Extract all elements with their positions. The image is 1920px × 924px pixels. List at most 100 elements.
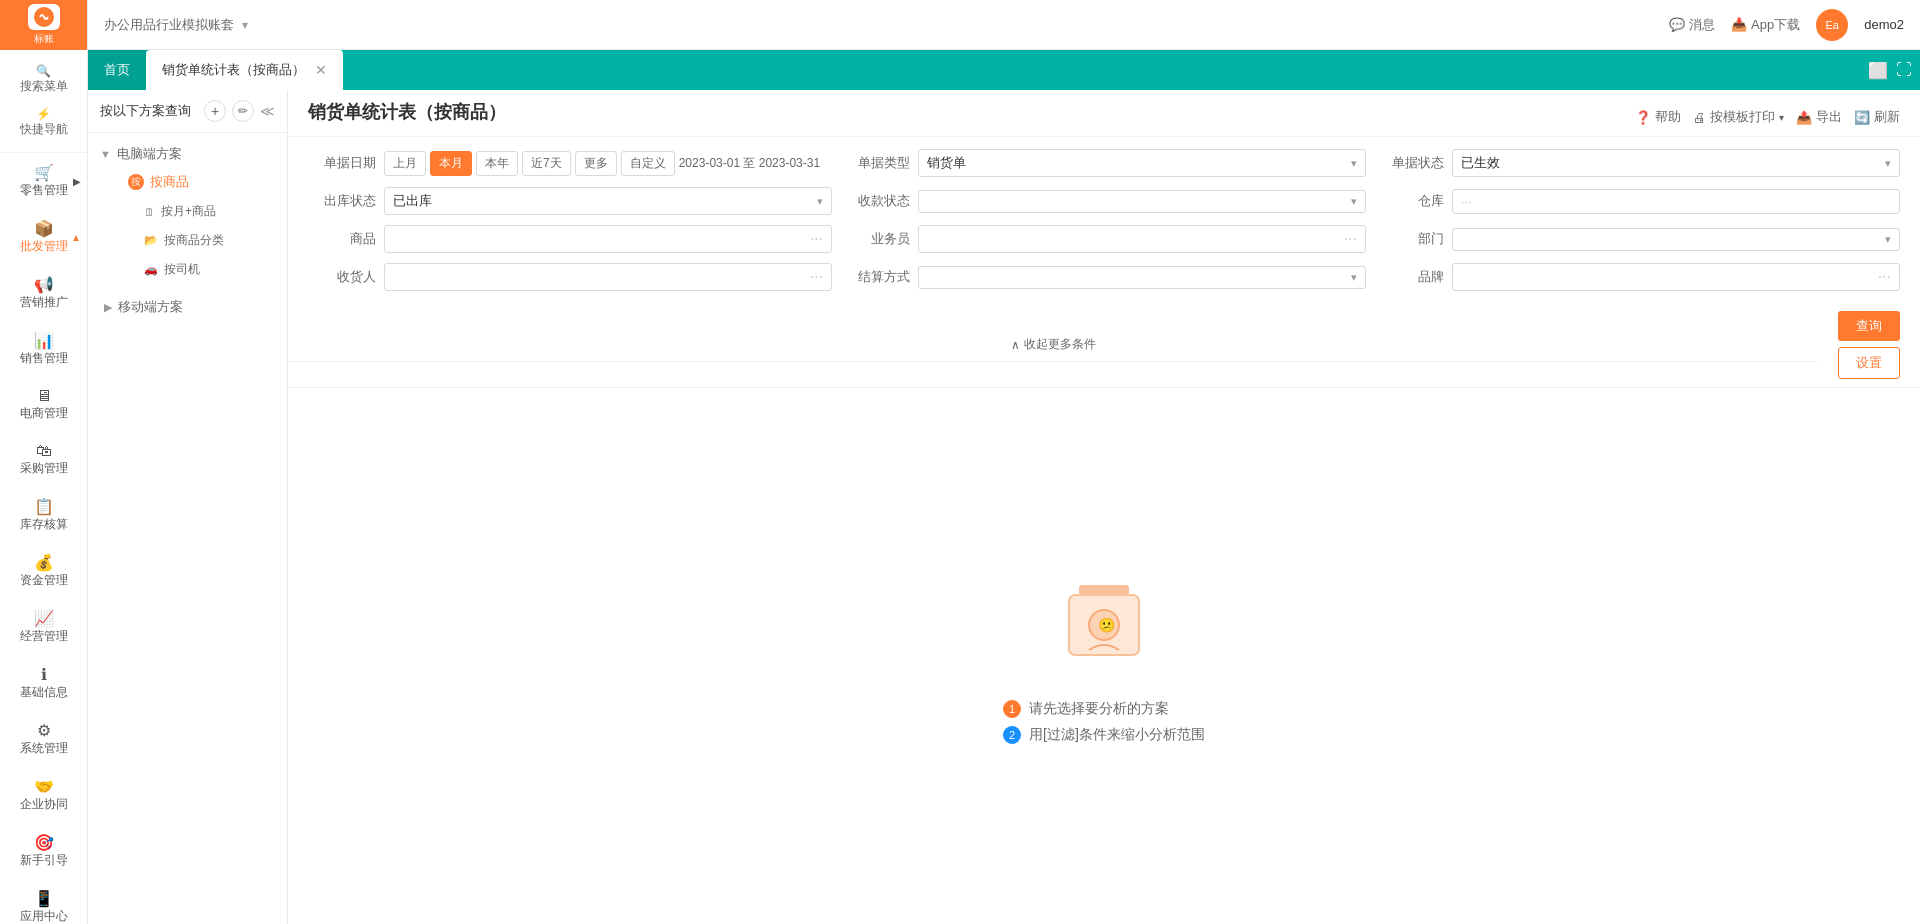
sidebar-item-purchase[interactable]: 🛍 采购管理 (0, 432, 87, 487)
sidebar-item-inventory[interactable]: 📋 库存核算 (0, 487, 87, 543)
date-btn-this-month[interactable]: 本月 (430, 151, 472, 176)
sidebar-item-label-collab: 企业协同 (20, 796, 68, 813)
doc-status-value: 已生效 (1461, 154, 1500, 172)
plus-icon: + (211, 103, 219, 119)
scheme-item-by-driver[interactable]: 🚗 按司机 (100, 255, 275, 284)
driver-icon: 🚗 (144, 263, 158, 276)
sidebar-item-quicknav[interactable]: ⚡ 快捷导航 (0, 101, 87, 144)
brand-label: 品牌 (1376, 268, 1444, 286)
sidebar-item-guide[interactable]: 🎯 新手引导 (0, 823, 87, 879)
doc-type-select[interactable]: 销货单 ▾ (918, 149, 1366, 177)
scheme-collapse-button[interactable]: ≪ (260, 103, 275, 119)
receiver-dots[interactable]: ··· (810, 268, 823, 286)
sidebar-item-finance[interactable]: 💰 资金管理 (0, 543, 87, 599)
lightning-icon: ⚡ (36, 107, 51, 121)
brand-dots[interactable]: ··· (1878, 268, 1891, 286)
sidebar-item-label-sales: 销售管理 (20, 350, 68, 367)
warehouse2-input[interactable]: ··· (1452, 189, 1900, 214)
sidebar-item-wholesale[interactable]: 📦 批发管理 ▲ (0, 209, 87, 265)
scheme-desktop-header[interactable]: ▼ 电脑端方案 (100, 141, 275, 167)
tab-minimize-icon[interactable]: ⬜ (1868, 61, 1888, 80)
sidebar-item-label-search: 搜索菜单 (20, 78, 68, 95)
download-icon: 📥 (1731, 17, 1747, 32)
sidebar-item-system[interactable]: ⚙ 系统管理 (0, 711, 87, 767)
sidebar-item-sales[interactable]: 📊 销售管理 (0, 321, 87, 377)
collapse-bar[interactable]: ∧ 收起更多条件 (288, 328, 1818, 362)
wholesale-icon: 📦 (34, 219, 54, 238)
breadcrumb-dropdown-icon[interactable]: ▾ (242, 18, 248, 32)
category-scheme-icon: 📂 (144, 234, 158, 247)
date-btn-more[interactable]: 更多 (575, 151, 617, 176)
sidebar-item-label-guide: 新手引导 (20, 852, 68, 869)
scheme-item-label-driver: 按司机 (164, 261, 200, 278)
scheme-edit-button[interactable]: ✏ (232, 100, 254, 122)
date-btn-7days[interactable]: 近7天 (522, 151, 571, 176)
warehouse-select[interactable]: 已出库 ▾ (384, 187, 832, 215)
print-dropdown-icon: ▾ (1779, 112, 1784, 123)
doc-status-select[interactable]: 已生效 ▾ (1452, 149, 1900, 177)
payment-label: 收款状态 (842, 192, 910, 210)
collapse-arrow-icon: ∧ (1011, 338, 1020, 352)
date-btn-custom[interactable]: 自定义 (621, 151, 675, 176)
scheme-panel: 按以下方案查询 + ✏ ≪ ▼ 电脑端方案 按 (88, 90, 288, 924)
tip-num-2: 2 (1003, 726, 1021, 744)
tab-home[interactable]: 首页 (88, 50, 146, 90)
header-left: 办公用品行业模拟账套 ▾ (104, 16, 248, 34)
staff-dots[interactable]: ··· (1344, 230, 1357, 248)
message-button[interactable]: 💬 消息 (1669, 16, 1715, 34)
scheme-mobile-category[interactable]: ▶ 移动端方案 (88, 292, 287, 322)
appcenter-icon: 📱 (34, 889, 54, 908)
doc-status-label: 单据状态 (1376, 154, 1444, 172)
scheme-item-by-month-goods[interactable]: 🗓 按月+商品 (100, 197, 275, 226)
date-btn-this-year[interactable]: 本年 (476, 151, 518, 176)
receiver-input[interactable]: ··· (384, 263, 832, 291)
sidebar-item-appcenter[interactable]: 📱 应用中心 (0, 879, 87, 924)
breadcrumb: 办公用品行业模拟账套 (104, 16, 234, 34)
empty-tip-1: 1 请先选择要分析的方案 (1003, 700, 1205, 718)
query-button[interactable]: 查询 (1838, 311, 1900, 341)
settings-button[interactable]: 设置 (1838, 347, 1900, 379)
sidebar-item-label-retail: 零售管理 (20, 182, 68, 199)
goods-dots[interactable]: ··· (810, 230, 823, 248)
scheme-item-label-month-goods: 按月+商品 (161, 203, 216, 220)
tab-close-icon[interactable]: ✕ (315, 62, 327, 78)
finance-icon: 💰 (34, 553, 54, 572)
scheme-item-by-goods[interactable]: 按 按商品 (100, 167, 275, 197)
sidebar-item-basic[interactable]: ℹ 基础信息 (0, 655, 87, 711)
svg-rect-2 (1079, 585, 1129, 595)
sidebar-item-label-marketing: 营销推广 (20, 294, 68, 311)
help-button[interactable]: ❓ 帮助 (1635, 104, 1681, 130)
avatar[interactable]: Ea (1816, 9, 1848, 41)
sidebar-item-search[interactable]: 🔍 搜索菜单 (0, 58, 87, 101)
settlement-dropdown-icon: ▾ (1351, 271, 1357, 284)
sidebar-item-ecommerce[interactable]: 🖥 电商管理 (0, 377, 87, 432)
print-button[interactable]: 🖨 按模板打印 ▾ (1693, 104, 1784, 130)
doc-type-filter-cell: 单据类型 销货单 ▾ (842, 149, 1366, 177)
dept-label: 部门 (1376, 230, 1444, 248)
empty-icon: 😕 (1044, 560, 1164, 680)
search-icon: 🔍 (36, 64, 51, 78)
date-btn-last-month[interactable]: 上月 (384, 151, 426, 176)
sidebar-item-operation[interactable]: 📈 经营管理 (0, 599, 87, 655)
doc-type-label: 单据类型 (842, 154, 910, 172)
tip-text-2: 用[过滤]条件来缩小分析范围 (1029, 726, 1205, 744)
refresh-button[interactable]: 🔄 刷新 (1854, 104, 1900, 130)
brand-input[interactable]: ··· (1452, 263, 1900, 291)
export-button[interactable]: 📤 导出 (1796, 104, 1842, 130)
settlement-select[interactable]: ▾ (918, 266, 1366, 289)
sidebar-item-retail[interactable]: 🛒 零售管理 ▶ (0, 153, 87, 209)
right-content: 销货单统计表（按商品） ❓ 帮助 🖨 按模板打印 ▾ 📤 导出 (288, 90, 1920, 924)
sidebar-item-marketing[interactable]: 📢 营销推广 (0, 265, 87, 321)
dept-select[interactable]: ▾ (1452, 228, 1900, 251)
payment-select[interactable]: ▾ (918, 190, 1366, 213)
goods-input[interactable]: ··· (384, 225, 832, 253)
staff-input[interactable]: ··· (918, 225, 1366, 253)
tab-sales-stats[interactable]: 销货单统计表（按商品） ✕ (146, 50, 343, 90)
app-download-button[interactable]: 📥 App下载 (1731, 16, 1800, 34)
export-icon: 📤 (1796, 110, 1812, 125)
sidebar-item-collab[interactable]: 🤝 企业协同 (0, 767, 87, 823)
tab-maximize-icon[interactable]: ⛶ (1896, 61, 1912, 80)
scheme-item-by-category[interactable]: 📂 按商品分类 (100, 226, 275, 255)
action-buttons: 查询 设置 (1818, 303, 1920, 387)
scheme-add-button[interactable]: + (204, 100, 226, 122)
